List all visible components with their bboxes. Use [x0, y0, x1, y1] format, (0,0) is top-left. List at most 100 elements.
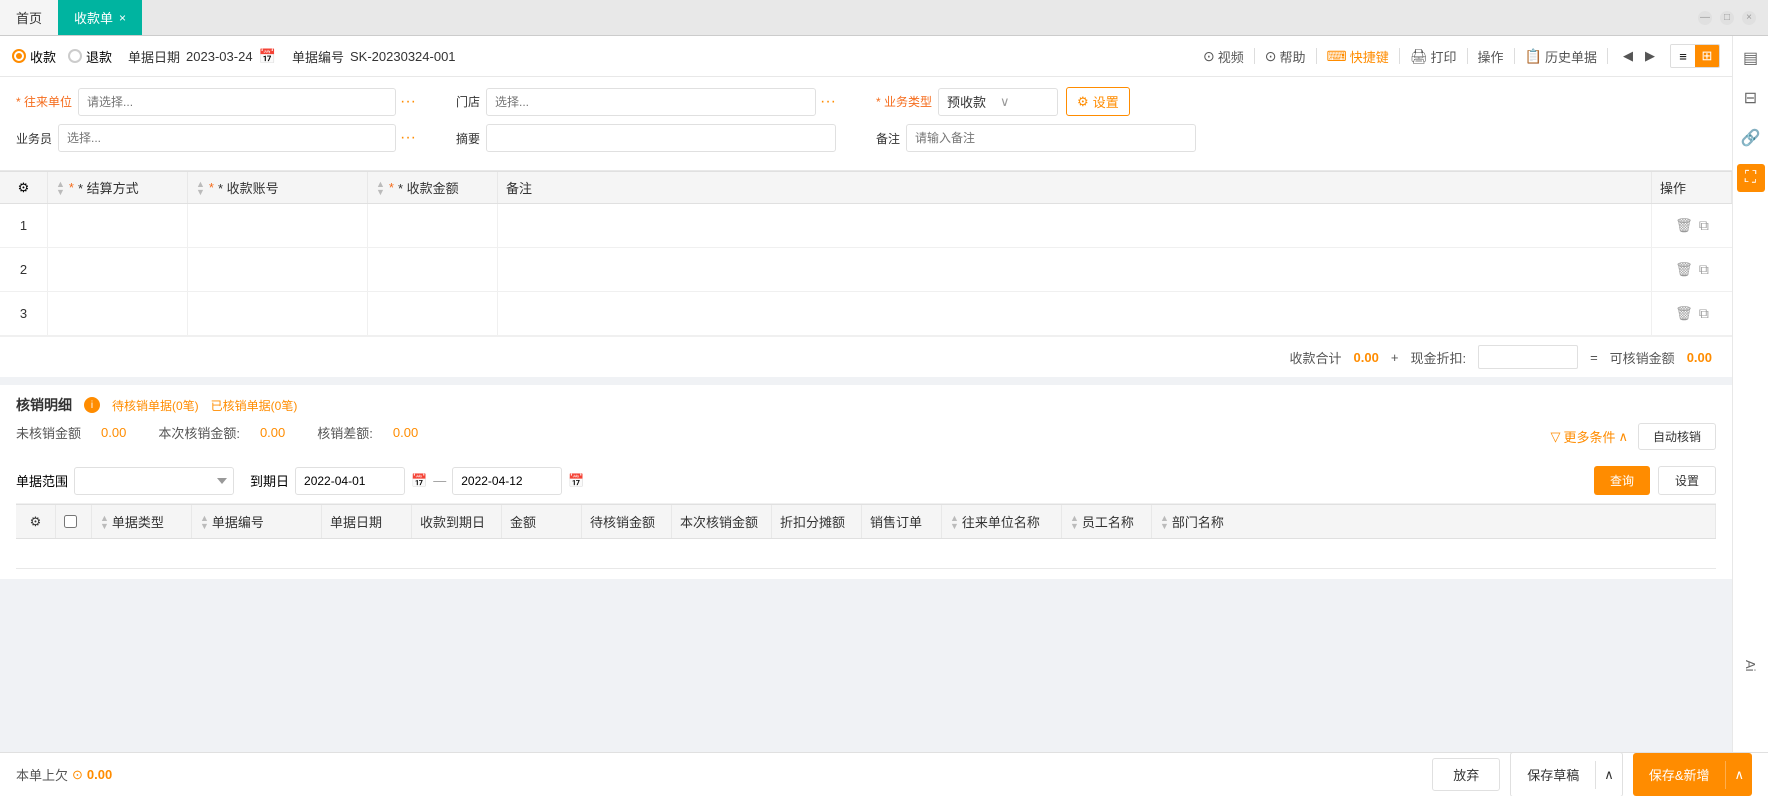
lth-type-sort[interactable]: ▲▼ — [100, 514, 109, 530]
done-tab[interactable]: 已核销单据(0笔) — [211, 397, 298, 414]
due-date-field: 到期日 📅 — 📅 — [250, 467, 584, 495]
sidebar-expand-icon[interactable]: ⛶ — [1737, 164, 1765, 192]
history-btn[interactable]: 📋 历史单据 — [1525, 47, 1597, 66]
lth-partner-label: 往来单位名称 — [962, 512, 1040, 531]
lth-doc-no-sort[interactable]: ▲▼ — [200, 514, 209, 530]
lth-dept-sort[interactable]: ▲▼ — [1160, 514, 1169, 530]
video-btn[interactable]: ⊙ 视频 — [1203, 47, 1244, 66]
row-2-delete-icon[interactable]: 🗑 — [1675, 261, 1693, 278]
date-to-icon[interactable]: 📅 — [568, 473, 584, 489]
biz-type-dropdown[interactable]: 预收款 ∨ — [938, 88, 1058, 116]
staff-label: 业务员 — [16, 130, 52, 147]
lth-settings[interactable]: ⚙ — [16, 505, 56, 538]
row-3-copy-icon[interactable]: ⧉ — [1699, 305, 1709, 322]
biz-type-value: 预收款 — [947, 92, 996, 111]
nav-prev[interactable]: ◀ — [1618, 46, 1638, 66]
due-date-to[interactable] — [452, 467, 562, 495]
auto-verify-btn[interactable]: 自动核销 — [1638, 423, 1716, 450]
col-settings-icon[interactable]: ⚙ — [0, 172, 48, 203]
window-close-button[interactable]: × — [1742, 11, 1756, 25]
lth-type-header: ▲▼ 单据类型 — [92, 505, 192, 538]
remark-input[interactable] — [906, 124, 1196, 152]
row-2-settle[interactable] — [48, 248, 188, 291]
due-date-from[interactable] — [295, 467, 405, 495]
form-settings-btn[interactable]: ⚙ 设置 — [1066, 87, 1130, 116]
select-all-checkbox[interactable] — [64, 515, 77, 528]
radio-refund[interactable]: 退款 — [68, 47, 112, 66]
row-1-account[interactable] — [188, 204, 368, 247]
lower-table-body — [16, 539, 1716, 569]
filter-fields: 单据范围 到期日 📅 — 📅 查询 设置 — [16, 458, 1716, 504]
row-3-remarks[interactable] — [498, 292, 1652, 335]
tab-home[interactable]: 首页 — [0, 0, 58, 35]
lth-partner-sort[interactable]: ▲▼ — [950, 514, 959, 530]
print-btn[interactable]: 🖨 打印 — [1410, 47, 1457, 66]
lower-table-header: ⚙ ▲▼ 单据类型 ▲▼ 单据编号 单据日期 收款到期日 金额 — [16, 504, 1716, 539]
col-ops-label: 操作 — [1660, 178, 1686, 197]
remark-label: 备注 — [876, 130, 900, 147]
row-3-amount[interactable] — [368, 292, 498, 335]
sidebar-link-icon[interactable]: 🔗 — [1737, 124, 1765, 152]
partner-more-icon[interactable]: ··· — [400, 93, 416, 111]
sidebar-table-icon[interactable]: ▤ — [1737, 44, 1765, 72]
window-minimize-button[interactable]: — — [1698, 11, 1712, 25]
row-2-remarks[interactable] — [498, 248, 1652, 291]
radio-receipt[interactable]: 收款 — [12, 47, 56, 66]
discount-input[interactable] — [1478, 345, 1578, 369]
row-2-account[interactable] — [188, 248, 368, 291]
window-maximize-button[interactable]: □ — [1720, 11, 1734, 25]
radio-refund-dot — [68, 49, 82, 63]
row-1-delete-icon[interactable]: 🗑 — [1675, 217, 1693, 234]
pending-tab[interactable]: 待核销单据(0笔) — [112, 397, 199, 414]
partner-field: 往来单位 ··· — [16, 88, 416, 116]
verify-settings-btn[interactable]: 设置 — [1658, 466, 1716, 495]
row-3-delete-icon[interactable]: 🗑 — [1675, 305, 1693, 322]
row-1-amount[interactable] — [368, 204, 498, 247]
date-from-icon[interactable]: 📅 — [411, 473, 427, 489]
view-grid-btn[interactable]: ⊞ — [1695, 45, 1719, 67]
save-new-arrow-icon[interactable]: ∧ — [1725, 761, 1752, 789]
col-remarks-label: 备注 — [506, 178, 532, 197]
sidebar-doc-icon[interactable]: ⊟ — [1737, 84, 1765, 112]
staff-more-icon[interactable]: ··· — [400, 129, 416, 147]
shortcut-btn[interactable]: ⌨ 快捷键 — [1327, 47, 1389, 66]
save-draft-arrow-icon[interactable]: ∧ — [1595, 761, 1622, 789]
row-3-account[interactable] — [188, 292, 368, 335]
row-2-copy-icon[interactable]: ⧉ — [1699, 261, 1709, 278]
print-icon: 🖨 — [1410, 48, 1428, 65]
col-settle-sort[interactable]: ▲▼ — [56, 180, 65, 196]
help-btn[interactable]: ⊙ 帮助 — [1265, 47, 1306, 66]
range-select[interactable] — [74, 467, 234, 495]
save-draft-btn[interactable]: 保存草稿 ∧ — [1510, 752, 1623, 796]
abandon-btn[interactable]: 放弃 — [1432, 758, 1500, 791]
calendar-icon[interactable]: 📅 — [259, 48, 276, 65]
bottom-info-icon[interactable]: ⊙ — [72, 767, 83, 783]
row-3-settle[interactable] — [48, 292, 188, 335]
tab-receipt[interactable]: 收款单 × — [58, 0, 142, 35]
col-account-sort[interactable]: ▲▼ — [196, 180, 205, 196]
row-2-amount[interactable] — [368, 248, 498, 291]
row-1-copy-icon[interactable]: ⧉ — [1699, 217, 1709, 234]
bottom-bar: 本单上欠 ⊙ 0.00 放弃 保存草稿 ∧ 保存&新增 ∧ — [0, 752, 1768, 796]
lth-checkbox[interactable] — [56, 505, 92, 538]
partner-input[interactable] — [78, 88, 396, 116]
shop-more-icon[interactable]: ··· — [820, 93, 836, 111]
actions-btn[interactable]: 操作 — [1478, 47, 1504, 66]
staff-input[interactable] — [58, 124, 396, 152]
shop-input[interactable] — [486, 88, 816, 116]
ai-label[interactable]: Ai — [1743, 660, 1758, 672]
col-amount-sort[interactable]: ▲▼ — [376, 180, 385, 196]
doc-label: 单据编号 — [292, 47, 344, 66]
more-conditions-btn[interactable]: ▽ 更多条件 ∧ — [1550, 427, 1628, 446]
save-new-btn[interactable]: 保存&新增 ∧ — [1633, 753, 1752, 796]
nav-next[interactable]: ▶ — [1640, 46, 1660, 66]
verify-info-icon[interactable]: i — [84, 397, 100, 413]
summary-input[interactable] — [486, 124, 836, 152]
row-1-remarks[interactable] — [498, 204, 1652, 247]
form-row-1: 往来单位 ··· 门店 ··· 业务类型 预收款 ∨ ⚙ — [16, 87, 1716, 116]
row-1-settle[interactable] — [48, 204, 188, 247]
lth-staff-sort[interactable]: ▲▼ — [1070, 514, 1079, 530]
tab-close-icon[interactable]: × — [119, 11, 126, 25]
query-btn[interactable]: 查询 — [1594, 466, 1650, 495]
view-list-btn[interactable]: ≡ — [1671, 45, 1695, 67]
